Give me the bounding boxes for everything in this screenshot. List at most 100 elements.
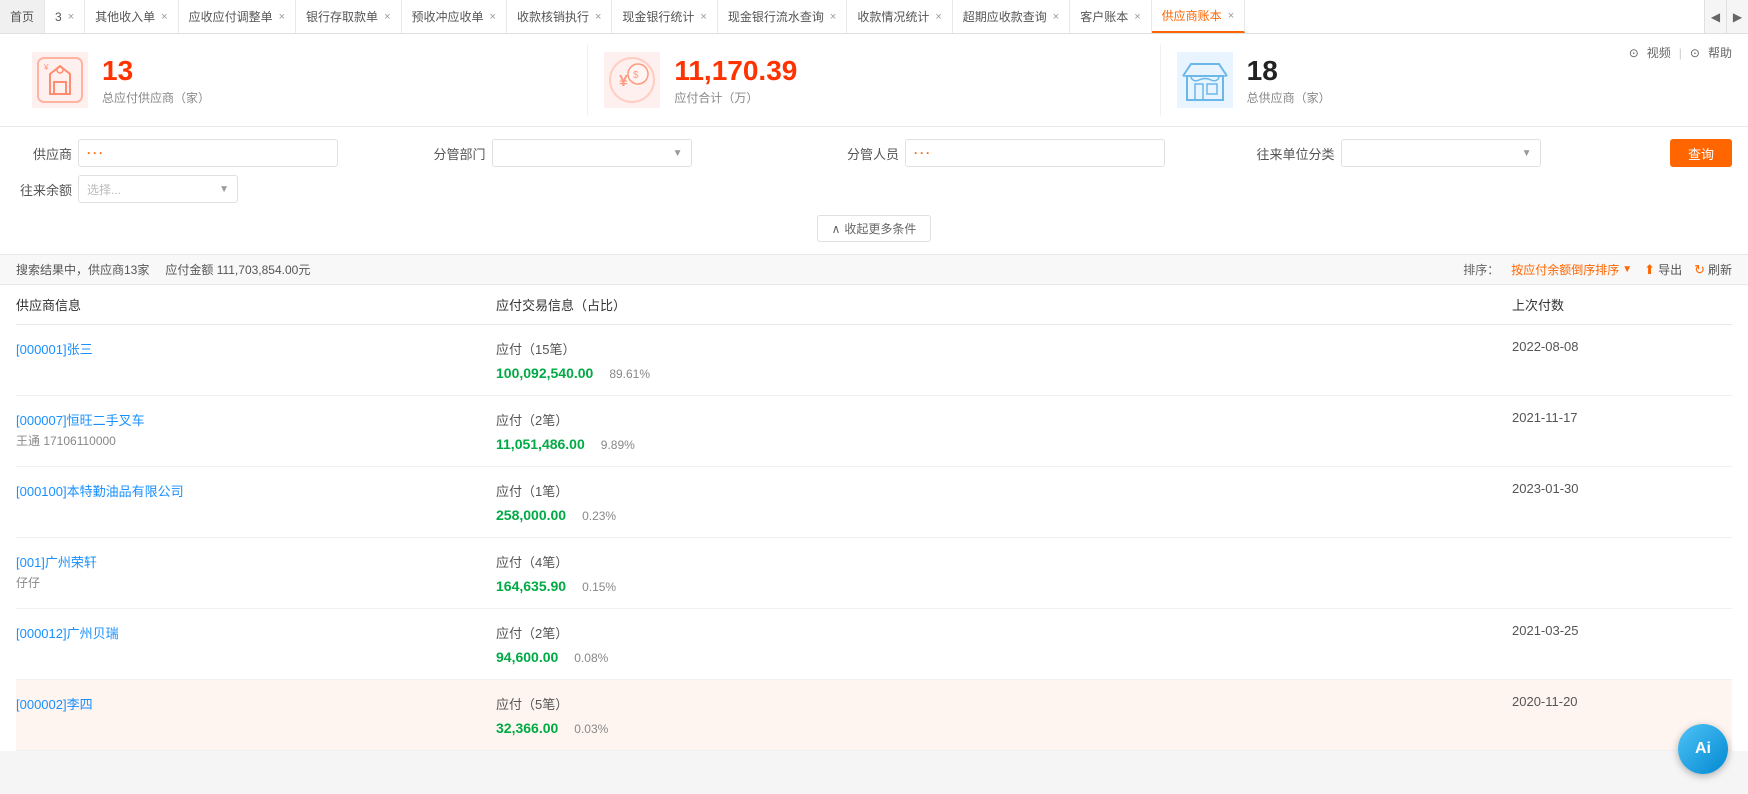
export-button[interactable]: ⬆ 导出 xyxy=(1644,261,1682,278)
nav-tab-receipt-stat-label: 收款情况统计 xyxy=(857,8,929,25)
nav-scroll-right[interactable]: ▶ xyxy=(1726,0,1748,34)
tx-cell-000100: 应付（1笔） 258,000.00 0.23% xyxy=(496,481,1512,523)
tx-cell-001: 应付（4笔） 164,635.90 0.15% xyxy=(496,552,1512,594)
tx-amount-000002[interactable]: 32,366.00 xyxy=(496,720,558,736)
nav-tab-cash-bank-stat-label: 现金银行统计 xyxy=(622,8,694,25)
close-tab-cash-bank-stat[interactable]: × xyxy=(700,11,706,23)
export-icon: ⬆ xyxy=(1644,262,1655,278)
last-pay-cell-000001: 2022-08-08 xyxy=(1512,339,1732,354)
nav-tab-receipt-stat[interactable]: 收款情况统计 × xyxy=(847,0,952,33)
tx-percent-000007: 9.89% xyxy=(601,438,635,452)
tx-row-000002: 32,366.00 0.03% xyxy=(496,717,1512,736)
filter-item-dept: 分管部门 ▼ xyxy=(430,139,836,167)
close-tab-cash-flow[interactable]: × xyxy=(830,11,836,23)
nav-tab-ar-ap-adjust[interactable]: 应收应付调整单 × xyxy=(179,0,296,33)
nav-scroll-left[interactable]: ◀ xyxy=(1704,0,1726,34)
sort-chevron-down-icon: ▼ xyxy=(1622,264,1632,275)
last-pay-date-000002: 2020-11-20 xyxy=(1512,694,1578,709)
close-tab-overdue-ar[interactable]: × xyxy=(1053,11,1059,23)
close-tab-receipt-stat[interactable]: × xyxy=(935,11,941,23)
nav-tab-home[interactable]: 首页 xyxy=(0,0,45,33)
close-tab-other-income[interactable]: × xyxy=(161,11,167,23)
nav-tab-other-income[interactable]: 其他收入单 × xyxy=(85,0,178,33)
svg-text:¥: ¥ xyxy=(619,73,628,90)
result-info: 搜索结果中，供应商13家 应付金额 111,703,854.00元 xyxy=(16,261,310,278)
result-actions: 排序： 按应付余额倒序排序 ▼ ⬆ 导出 ↻ 刷新 xyxy=(1463,261,1732,278)
card-number-payable-amount: 11,170.39 xyxy=(674,54,797,88)
card-number-total-suppliers: 18 xyxy=(1247,54,1331,88)
nav-tab-bank-deposit-label: 银行存取款单 xyxy=(306,8,378,25)
sort-value-text: 按应付余额倒序排序 xyxy=(1511,261,1619,278)
nav-tab-3-label: 3 xyxy=(55,10,62,24)
search-button[interactable]: 查询 xyxy=(1670,139,1732,167)
nav-tab-home-label: 首页 xyxy=(10,8,34,25)
supplier-sub-001: 仔仔 xyxy=(16,574,496,591)
refresh-icon: ↻ xyxy=(1694,262,1705,278)
tx-row-000001: 100,092,540.00 89.61% xyxy=(496,362,1512,381)
close-tab-3[interactable]: × xyxy=(68,11,74,23)
card-icon-amount: ¥ $ xyxy=(604,52,660,108)
close-tab-customer-ledger[interactable]: × xyxy=(1134,11,1140,23)
tx-percent-001: 0.15% xyxy=(582,580,616,594)
last-pay-date-000001: 2022-08-08 xyxy=(1512,339,1579,354)
table-row: [000100]本特勤油品有限公司 应付（1笔） 258,000.00 0.23… xyxy=(16,467,1732,538)
tx-amount-000001[interactable]: 100,092,540.00 xyxy=(496,365,593,381)
tx-label-000001: 应付（15笔） xyxy=(496,339,1512,358)
card-content-payable-amount: 11,170.39 应付合计（万） xyxy=(674,54,797,107)
balance-filter-label: 往来余额 xyxy=(16,180,72,199)
filter-item-supplier: 供应商 ··· xyxy=(16,139,422,167)
sort-value-btn[interactable]: 按应付余额倒序排序 ▼ xyxy=(1511,261,1632,278)
refresh-button[interactable]: ↻ 刷新 xyxy=(1694,261,1732,278)
tx-amount-000012[interactable]: 94,600.00 xyxy=(496,649,558,665)
supplier-link-000100[interactable]: [000100]本特勤油品有限公司 xyxy=(16,484,184,499)
dept-filter-select[interactable]: ▼ xyxy=(492,139,692,167)
supplier-sub-000007: 王通 17106110000 xyxy=(16,432,496,449)
supplier-cell-000007: [000007]恒旺二手叉车 王通 17106110000 xyxy=(16,410,496,449)
filter-row-1: 供应商 ··· 分管部门 ▼ 分管人员 ··· 往来单位分类 ▼ xyxy=(16,139,1732,167)
video-link[interactable]: 视频 xyxy=(1647,44,1671,61)
refresh-label: 刷新 xyxy=(1708,261,1732,278)
supplier-link-000012[interactable]: [000012]广州贝瑞 xyxy=(16,626,119,641)
collapse-label: 收起更多条件 xyxy=(844,220,916,237)
collapse-button[interactable]: ∧ 收起更多条件 xyxy=(817,215,932,242)
supplier-filter-input[interactable]: ··· xyxy=(78,139,338,167)
supplier-link-000002[interactable]: [000002]李四 xyxy=(16,697,93,712)
nav-tab-bank-deposit[interactable]: 银行存取款单 × xyxy=(296,0,401,33)
tx-amount-000007[interactable]: 11,051,486.00 xyxy=(496,436,585,452)
card-content-total-suppliers: 18 总供应商（家） xyxy=(1247,54,1331,107)
tx-amount-001[interactable]: 164,635.90 xyxy=(496,578,566,594)
card-label-payable-suppliers: 总应付供应商（家） xyxy=(102,89,210,106)
nav-tab-prepay-ar[interactable]: 预收冲应收单 × xyxy=(402,0,507,33)
ai-button[interactable]: Ai xyxy=(1678,724,1728,774)
tx-amount-000100[interactable]: 258,000.00 xyxy=(496,507,566,523)
help-link[interactable]: 帮助 xyxy=(1708,44,1732,61)
last-pay-cell-000012: 2021-03-25 xyxy=(1512,623,1732,638)
filter-item-balance: 往来余额 选择... ▼ xyxy=(16,175,336,203)
nav-tab-cash-flow[interactable]: 现金银行流水查询 × xyxy=(718,0,847,33)
dept-filter-label: 分管部门 xyxy=(430,144,486,163)
close-tab-receipt-verify[interactable]: × xyxy=(595,11,601,23)
nav-tab-overdue-ar[interactable]: 超期应收款查询 × xyxy=(953,0,1070,33)
close-tab-bank-deposit[interactable]: × xyxy=(384,11,390,23)
manager-filter-input[interactable]: ··· xyxy=(905,139,1165,167)
supplier-link-000007[interactable]: [000007]恒旺二手叉车 xyxy=(16,413,145,428)
nav-tab-supplier-ledger[interactable]: 供应商账本 × xyxy=(1152,0,1245,33)
close-tab-ar-ap-adjust[interactable]: × xyxy=(279,11,285,23)
nav-tab-receipt-verify[interactable]: 收款核销执行 × xyxy=(507,0,612,33)
nav-tab-3[interactable]: 3 × xyxy=(45,0,85,33)
close-tab-supplier-ledger[interactable]: × xyxy=(1228,10,1234,22)
category-filter-label: 往来单位分类 xyxy=(1257,144,1335,163)
supplier-link-000001[interactable]: [000001]张三 xyxy=(16,342,93,357)
result-bar: 搜索结果中，供应商13家 应付金额 111,703,854.00元 排序： 按应… xyxy=(0,255,1748,285)
card-label-payable-amount: 应付合计（万） xyxy=(674,89,797,106)
help-links-area: ⊙ 视频 | ⊙ 帮助 xyxy=(1629,44,1732,61)
category-filter-select[interactable]: ▼ xyxy=(1341,139,1541,167)
balance-filter-select[interactable]: 选择... ▼ xyxy=(78,175,238,203)
dept-chevron-down-icon: ▼ xyxy=(673,148,683,159)
close-tab-prepay-ar[interactable]: × xyxy=(490,11,496,23)
supplier-link-001[interactable]: [001]广州荣轩 xyxy=(16,555,97,570)
card-number-payable-suppliers: 13 xyxy=(102,54,210,88)
nav-tab-cash-bank-stat[interactable]: 现金银行统计 × xyxy=(612,0,717,33)
nav-tab-customer-ledger[interactable]: 客户账本 × xyxy=(1070,0,1151,33)
nav-tab-overdue-ar-label: 超期应收款查询 xyxy=(963,8,1047,25)
